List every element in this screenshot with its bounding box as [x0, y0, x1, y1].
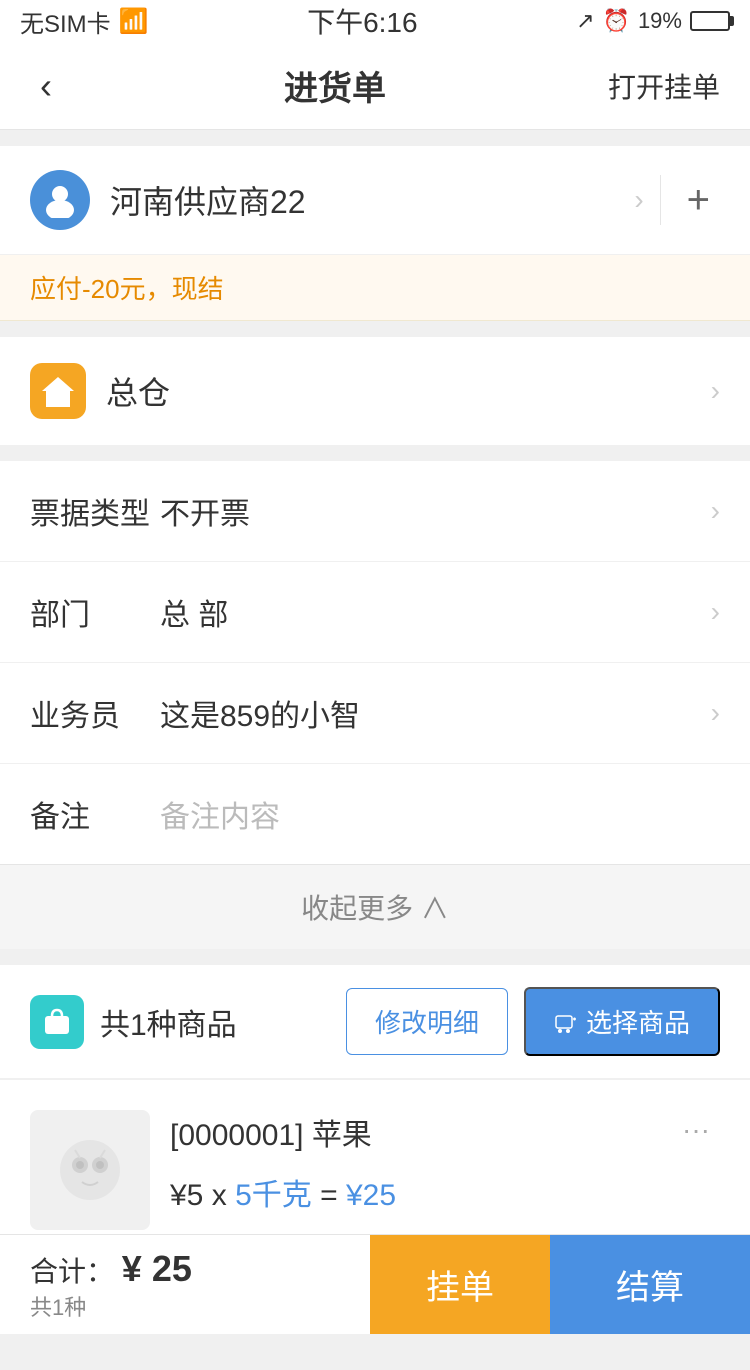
- select-product-button[interactable]: 选择商品: [524, 987, 720, 1056]
- checkout-button[interactable]: 结算: [550, 1235, 750, 1334]
- open-hang-button[interactable]: 打开挂单: [608, 66, 720, 106]
- ticket-type-label: 票据类型: [30, 489, 150, 533]
- staff-row[interactable]: 业务员 这是859的小智 ›: [0, 663, 750, 764]
- collapse-toggle[interactable]: 收起更多 ∧: [0, 864, 750, 949]
- back-button[interactable]: ‹: [30, 55, 62, 117]
- dept-row[interactable]: 部门 总 部 ›: [0, 562, 750, 663]
- select-product-label: 选择商品: [586, 1003, 690, 1040]
- hang-button[interactable]: 挂单: [370, 1235, 550, 1334]
- supplier-notice: 应付-20元，现结: [0, 255, 750, 321]
- chevron-right-icon: ›: [711, 495, 720, 527]
- warehouse-name: 总仓: [106, 368, 711, 414]
- ticket-type-value: 不开票: [150, 489, 711, 533]
- warehouse-icon: [30, 363, 86, 419]
- supplier-name: 河南供应商22: [110, 177, 634, 223]
- product-info: [0000001] 苹果 ¥5 x 5千克 = ¥25: [170, 1110, 652, 1214]
- product-header: 共1种商品 修改明细 选择商品: [0, 965, 750, 1078]
- product-count-icon: [30, 995, 84, 1049]
- product-title: 苹果: [312, 1119, 372, 1152]
- status-time: 下午6:16: [307, 1, 418, 41]
- page-title: 进货单: [284, 61, 386, 110]
- remark-row[interactable]: 备注 备注内容: [0, 764, 750, 864]
- total-amount: ¥ 25: [122, 1248, 192, 1289]
- chevron-right-icon: ›: [634, 184, 643, 216]
- status-left: 无SIM卡 📶: [20, 4, 149, 39]
- remark-label: 备注: [30, 792, 150, 836]
- product-item: [0000001] 苹果 ¥5 x 5千克 = ¥25 ···: [0, 1080, 750, 1260]
- alarm-icon: ⏰: [603, 8, 630, 34]
- battery-percent: 19%: [638, 8, 682, 34]
- product-thumbnail: [30, 1110, 150, 1230]
- person-icon: [42, 182, 78, 218]
- wifi-icon: 📶: [119, 7, 149, 36]
- battery-icon: [690, 11, 730, 31]
- chevron-right-icon: ›: [711, 375, 720, 407]
- product-more-button[interactable]: ···: [672, 1110, 720, 1150]
- supplier-avatar: [30, 170, 90, 230]
- total-count: 共1种: [30, 1290, 340, 1322]
- item-total: ¥25: [346, 1179, 396, 1212]
- location-icon: ↗: [576, 8, 594, 34]
- form-section: 票据类型 不开票 › 部门 总 部 › 业务员 这是859的小智 › 备注 备注…: [0, 461, 750, 864]
- product-count-label: 共1种商品: [100, 1000, 330, 1044]
- total-row: 合计： ¥ 25: [30, 1248, 340, 1290]
- chevron-right-icon: ›: [711, 596, 720, 628]
- home-icon: [40, 373, 76, 409]
- status-right: ↗ ⏰ 19%: [576, 8, 730, 34]
- dept-value: 总 部: [150, 590, 711, 634]
- product-name: [0000001] 苹果: [170, 1110, 652, 1154]
- multiply-sign: x: [212, 1179, 235, 1212]
- total-section: 合计： ¥ 25 共1种: [0, 1235, 370, 1334]
- nav-bar: ‹ 进货单 打开挂单: [0, 42, 750, 130]
- product-code: [0000001]: [170, 1119, 303, 1152]
- chevron-right-icon: ›: [711, 697, 720, 729]
- supplier-row[interactable]: 河南供应商22 › +: [0, 146, 750, 255]
- quantity: 5千克: [235, 1179, 312, 1212]
- carrier-text: 无SIM卡: [20, 4, 111, 39]
- cart-icon: [554, 1010, 578, 1034]
- total-label: 合计：: [30, 1256, 114, 1287]
- add-supplier-button[interactable]: +: [677, 178, 720, 223]
- staff-value: 这是859的小智: [150, 691, 711, 735]
- staff-label: 业务员: [30, 691, 150, 735]
- bottom-bar: 合计： ¥ 25 共1种 挂单 结算: [0, 1234, 750, 1334]
- product-price: ¥5 x 5千克 = ¥25: [170, 1170, 652, 1214]
- shopping-bag-icon: [41, 1006, 73, 1038]
- warehouse-section[interactable]: 总仓 ›: [0, 337, 750, 445]
- divider: [660, 175, 661, 225]
- remark-input[interactable]: 备注内容: [150, 792, 720, 836]
- dept-label: 部门: [30, 590, 150, 634]
- owl-logo: [50, 1130, 130, 1210]
- edit-detail-button[interactable]: 修改明细: [346, 988, 508, 1055]
- supplier-section: 河南供应商22 › + 应付-20元，现结: [0, 146, 750, 321]
- content-area: 河南供应商22 › + 应付-20元，现结 总仓 › 票据类型 不开票 › 部门…: [0, 146, 750, 1370]
- status-bar: 无SIM卡 📶 下午6:16 ↗ ⏰ 19%: [0, 0, 750, 42]
- equals-sign: =: [320, 1179, 346, 1212]
- ticket-type-row[interactable]: 票据类型 不开票 ›: [0, 461, 750, 562]
- unit-price: ¥5: [170, 1179, 203, 1212]
